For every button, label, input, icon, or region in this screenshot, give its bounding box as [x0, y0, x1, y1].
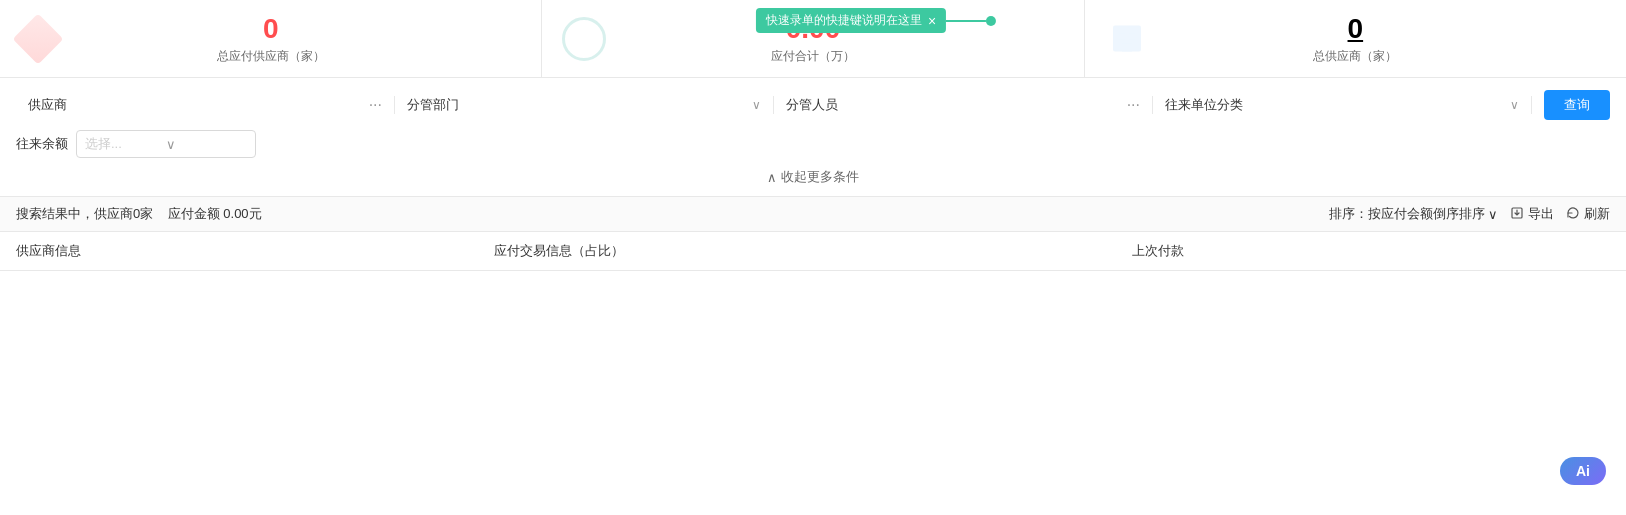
total-suppliers-label: 总供应商（家） [1313, 48, 1397, 65]
search-area: 供应商 ··· 分管部门 ∨ 分管人员 ··· 往来单位分类 ∨ 查询 往来余额… [0, 78, 1626, 197]
export-button[interactable]: 导出 [1510, 205, 1554, 223]
collapse-icon: ∧ [767, 170, 777, 185]
search-row-1: 供应商 ··· 分管部门 ∨ 分管人员 ··· 往来单位分类 ∨ 查询 [16, 90, 1610, 120]
tooltip-dot [986, 16, 996, 26]
person-label: 分管人员 [786, 96, 846, 114]
unit-field: 往来单位分类 ∨ [1153, 96, 1532, 114]
diamond-icon [20, 21, 56, 57]
collapse-button[interactable]: ∧ 收起更多条件 [16, 168, 1610, 186]
query-button[interactable]: 查询 [1544, 90, 1610, 120]
refresh-button[interactable]: 刷新 [1566, 205, 1610, 223]
department-input[interactable] [467, 98, 748, 113]
balance-arrow-icon: ∨ [166, 137, 247, 152]
col-supplier-header: 供应商信息 [16, 242, 494, 260]
person-input[interactable] [846, 98, 1123, 113]
col-transaction-header: 应付交易信息（占比） [494, 242, 1132, 260]
tooltip-bubble: 快速录单的快捷键说明在这里 × [756, 8, 946, 33]
supplier-label: 供应商 [28, 96, 88, 114]
tooltip-text: 快速录单的快捷键说明在这里 [766, 12, 922, 29]
refresh-icon [1566, 206, 1580, 223]
stats-bar: 0 总应付供应商（家） 快速录单的快捷键说明在这里 × 0.00 应付合计（万）… [0, 0, 1626, 78]
table-header: 供应商信息 应付交易信息（占比） 上次付款 [0, 232, 1626, 271]
payable-suppliers-value: 0 [263, 12, 279, 46]
unit-input[interactable] [1243, 98, 1506, 113]
unit-arrow-icon[interactable]: ∨ [1510, 98, 1519, 112]
payable-total-label: 应付合计（万） [771, 48, 855, 65]
results-text: 搜索结果中，供应商0家 [16, 206, 153, 221]
stats-item-payable-total: 快速录单的快捷键说明在这里 × 0.00 应付合计（万） [542, 0, 1084, 77]
sort-arrow-icon: ∨ [1488, 207, 1498, 222]
unit-label: 往来单位分类 [1165, 96, 1243, 114]
balance-label: 往来余额 [16, 135, 76, 153]
supplier-input[interactable] [88, 98, 365, 113]
amount-summary-text: 应付金额 0.00元 [168, 206, 262, 221]
tooltip-close-button[interactable]: × [928, 14, 936, 28]
department-label: 分管部门 [407, 96, 467, 114]
department-arrow-icon[interactable]: ∨ [752, 98, 761, 112]
results-summary: 搜索结果中，供应商0家 应付金额 0.00元 [16, 205, 262, 223]
sort-label: 排序：按应付会额倒序排序 [1329, 205, 1485, 223]
collapse-label: 收起更多条件 [781, 168, 859, 186]
col-lastpay-header: 上次付款 [1132, 242, 1610, 260]
table-body [0, 271, 1626, 515]
department-field: 分管部门 ∨ [395, 96, 774, 114]
svg-rect-1 [1119, 33, 1125, 39]
balance-select[interactable]: 选择... ∨ [76, 130, 256, 158]
person-field: 分管人员 ··· [774, 96, 1153, 114]
stats-item-payable-suppliers: 0 总应付供应商（家） [0, 0, 542, 77]
ai-button[interactable]: Ai [1560, 457, 1606, 485]
results-actions: 排序：按应付会额倒序排序 ∨ 导出 刷新 [1329, 205, 1610, 223]
refresh-label: 刷新 [1584, 205, 1610, 223]
payable-suppliers-label: 总应付供应商（家） [217, 48, 325, 65]
search-row-2: 往来余额 选择... ∨ [16, 130, 1610, 158]
token-icon [562, 17, 606, 61]
person-dots-button[interactable]: ··· [1127, 96, 1140, 114]
svg-rect-3 [1122, 43, 1132, 51]
export-label: 导出 [1528, 205, 1554, 223]
svg-rect-2 [1129, 33, 1135, 39]
supplier-dots-button[interactable]: ··· [369, 96, 382, 114]
export-icon [1510, 206, 1524, 223]
sort-select[interactable]: 排序：按应付会额倒序排序 ∨ [1329, 205, 1498, 223]
results-bar: 搜索结果中，供应商0家 应付金额 0.00元 排序：按应付会额倒序排序 ∨ 导出… [0, 197, 1626, 232]
supplier-field: 供应商 ··· [16, 96, 395, 114]
stats-item-total-suppliers: 0 总供应商（家） [1085, 0, 1626, 77]
total-suppliers-value: 0 [1348, 12, 1364, 46]
balance-placeholder: 选择... [85, 135, 166, 153]
